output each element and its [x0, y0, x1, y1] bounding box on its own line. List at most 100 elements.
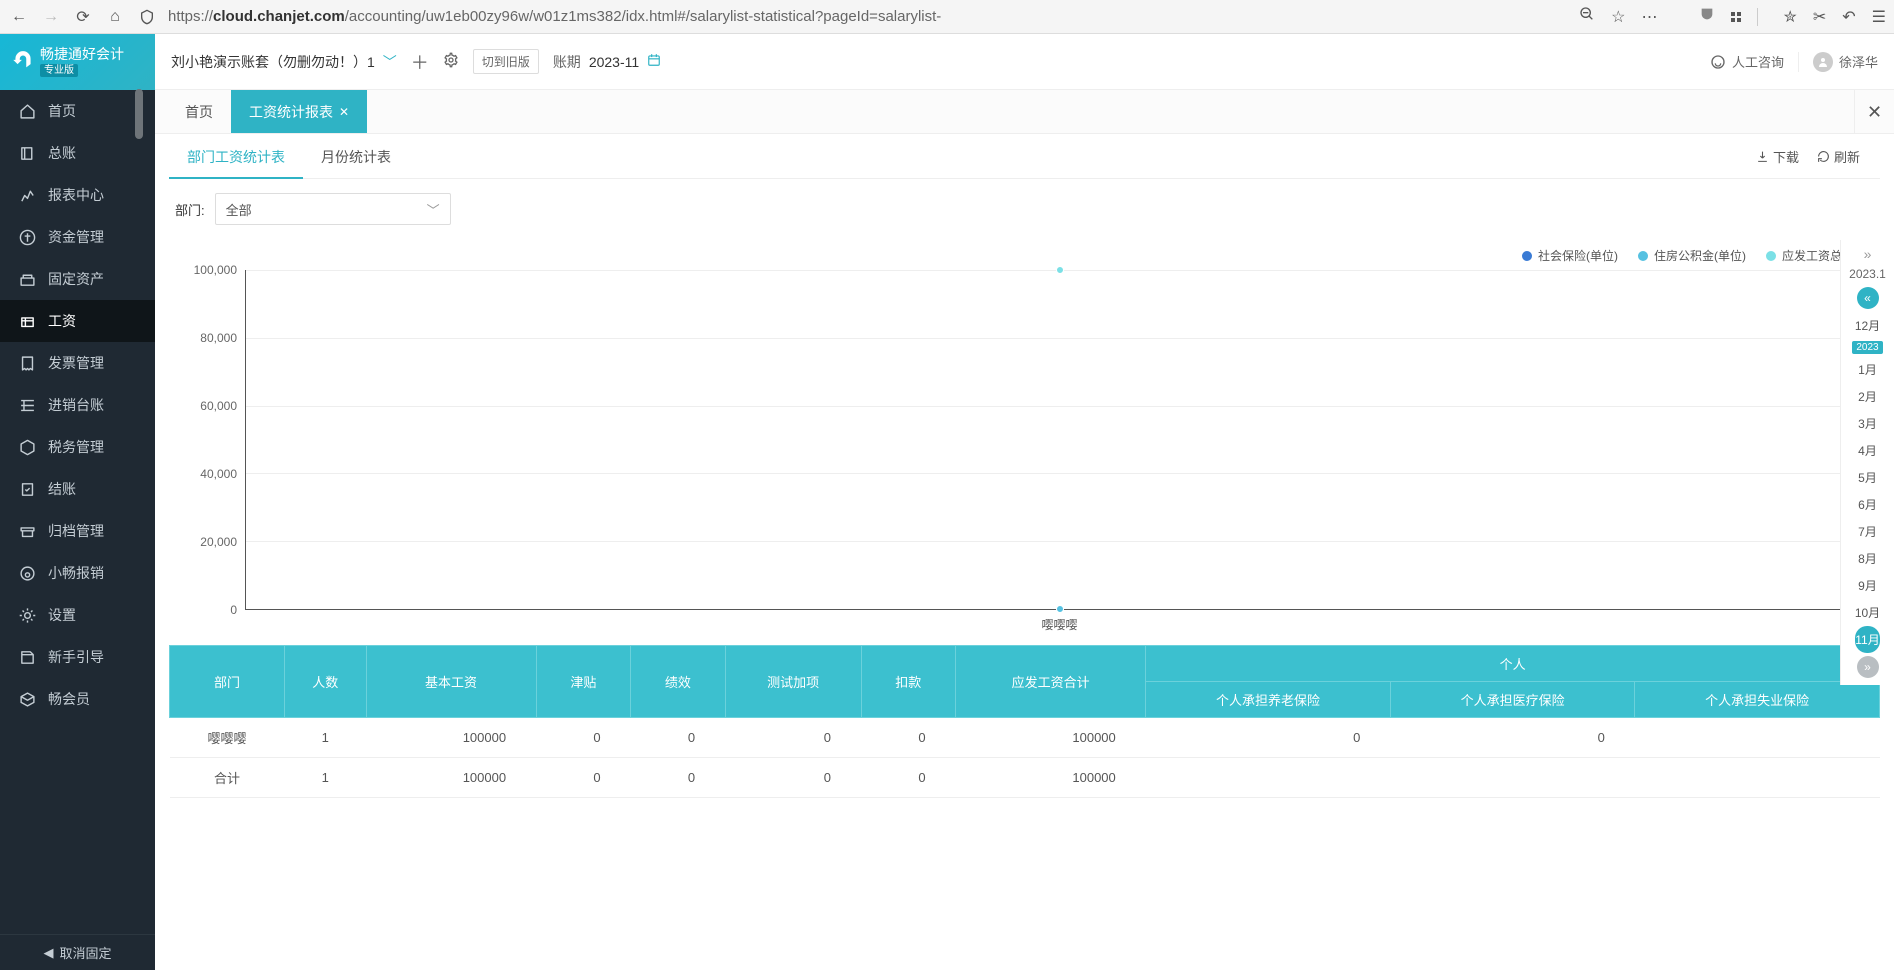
sidebar-item-funds[interactable]: 资金管理: [0, 216, 155, 258]
table-cell: 0: [536, 758, 631, 798]
undo-icon[interactable]: ↶: [1842, 7, 1855, 27]
star-icon[interactable]: ☆: [1611, 7, 1625, 27]
zoom-out-icon[interactable]: [1579, 6, 1595, 27]
month-option[interactable]: 5月: [1855, 464, 1880, 491]
cut-icon[interactable]: ✂: [1813, 7, 1826, 27]
sidebar-item-invoice[interactable]: 发票管理: [0, 342, 155, 384]
month-option[interactable]: 8月: [1855, 545, 1880, 572]
month-option[interactable]: 1月: [1855, 356, 1880, 383]
month-option[interactable]: 11月: [1855, 626, 1880, 653]
close-icon[interactable]: ✕: [339, 105, 349, 119]
month-option[interactable]: 2月: [1855, 383, 1880, 410]
logo-title: 畅捷通好会计: [40, 47, 124, 62]
sidebar-collapse-button[interactable]: ◀ 取消固定: [0, 934, 155, 970]
period-label: 账期: [553, 52, 581, 72]
invoice-icon: [18, 354, 36, 372]
sidebar-item-psi[interactable]: 进销台账: [0, 384, 155, 426]
sidebar-item-tax[interactable]: 税务管理: [0, 426, 155, 468]
support-link[interactable]: 人工咨询: [1710, 52, 1784, 71]
report-icon: [18, 186, 36, 204]
close-all-tabs-button[interactable]: ✕: [1854, 90, 1894, 134]
sub-tabs: 部门工资统计表 月份统计表: [169, 134, 409, 178]
month-option[interactable]: 9月: [1855, 572, 1880, 599]
sidebar-item-ledger[interactable]: 总账: [0, 132, 155, 174]
tab-salary-report[interactable]: 工资统计报表 ✕: [231, 90, 367, 133]
table-cell: 0: [725, 758, 861, 798]
sidebar-item-archive[interactable]: 归档管理: [0, 510, 155, 552]
dept-select[interactable]: 全部 ﹀: [215, 193, 451, 225]
user-menu[interactable]: 徐泽华: [1813, 52, 1878, 72]
chart-marker: [1056, 266, 1064, 274]
subtab-dept-stats[interactable]: 部门工资统计表: [169, 137, 303, 179]
legend-item[interactable]: 社会保险(单位): [1522, 247, 1618, 264]
salary-chart: 社会保险(单位)住房公积金(单位)应发工资总额 020,00040,00060,…: [175, 241, 1874, 633]
shield-icon[interactable]: [136, 6, 158, 28]
table-cell: [1390, 758, 1635, 798]
sidebar-item-expense[interactable]: 小畅报销: [0, 552, 155, 594]
account-selector[interactable]: 刘小艳演示账套（勿删勿动！）1 ﹀: [171, 52, 397, 72]
sidebar-item-label: 进销台账: [48, 395, 104, 415]
browser-toolbar: ← → ⟳ ⌂ https://cloud.chanjet.com/accoun…: [0, 0, 1894, 34]
sidebar-item-salary[interactable]: 工资: [0, 300, 155, 342]
apps-icon[interactable]: [1731, 12, 1741, 22]
sidebar-item-label: 发票管理: [48, 353, 104, 373]
sidebar-item-asset[interactable]: 固定资产: [0, 258, 155, 300]
home-icon[interactable]: ⌂: [104, 6, 126, 28]
rail-next-year[interactable]: 2023.1: [1849, 264, 1886, 284]
table-cell: 1: [284, 718, 366, 758]
url-bar[interactable]: https://cloud.chanjet.com/accounting/uw1…: [168, 8, 1569, 25]
month-option[interactable]: 7月: [1855, 518, 1880, 545]
table-header: 应发工资合计: [956, 646, 1146, 718]
forward-icon[interactable]: →: [40, 6, 62, 28]
app-logo: 畅捷通好会计 专业版: [0, 34, 155, 90]
menu-icon[interactable]: ☰: [1872, 7, 1886, 27]
table-cell: [1146, 758, 1391, 798]
sidebar-item-settings[interactable]: 设置: [0, 594, 155, 636]
month-rail: » 2023.1 « 12月 2023 1月2月3月4月5月6月7月8月9月10…: [1840, 240, 1894, 685]
bookmark-star-icon[interactable]: ✮: [1783, 7, 1796, 27]
sidebar-item-report[interactable]: 报表中心: [0, 174, 155, 216]
rail-up-button[interactable]: «: [1857, 287, 1879, 309]
old-version-button[interactable]: 切到旧版: [473, 49, 539, 74]
sidebar-item-close-period[interactable]: 结账: [0, 468, 155, 510]
sidebar-item-label: 首页: [48, 101, 76, 121]
salary-table: 部门人数基本工资津贴绩效测试加项扣款应发工资合计个人 个人承担养老保险个人承担医…: [169, 645, 1880, 798]
sidebar-item-guide[interactable]: 新手引导: [0, 636, 155, 678]
pocket-icon[interactable]: [1699, 6, 1715, 27]
funds-icon: [18, 228, 36, 246]
back-icon[interactable]: ←: [8, 6, 30, 28]
month-option[interactable]: 3月: [1855, 410, 1880, 437]
sidebar-scrollbar[interactable]: [135, 89, 143, 139]
sidebar-item-label: 资金管理: [48, 227, 104, 247]
rail-year-badge: 2023: [1852, 341, 1882, 354]
rail-expand-icon[interactable]: »: [1862, 244, 1874, 264]
reload-icon[interactable]: ⟳: [72, 6, 94, 28]
sidebar-item-member[interactable]: 畅会员: [0, 678, 155, 720]
subtab-month-stats[interactable]: 月份统计表: [303, 137, 409, 179]
month-option[interactable]: 4月: [1855, 437, 1880, 464]
calendar-icon[interactable]: [647, 53, 661, 70]
legend-item[interactable]: 住房公积金(单位): [1638, 247, 1746, 264]
period-value[interactable]: 2023-11: [589, 54, 639, 70]
month-option[interactable]: 6月: [1855, 491, 1880, 518]
sidebar-item-home[interactable]: 首页: [0, 90, 155, 132]
table-cell: 100000: [366, 758, 536, 798]
asset-icon: [18, 270, 36, 288]
table-cell: 100000: [956, 758, 1146, 798]
add-account-button[interactable]: ＋: [411, 49, 429, 75]
month-option[interactable]: 12月: [1855, 312, 1880, 339]
sidebar-item-label: 总账: [48, 143, 76, 163]
table-header: 扣款: [861, 646, 956, 718]
collapse-icon: ◀: [43, 945, 53, 961]
more-icon[interactable]: ⋯: [1641, 7, 1657, 27]
month-option[interactable]: 10月: [1855, 599, 1880, 626]
download-button[interactable]: 下载: [1756, 147, 1799, 166]
tab-home[interactable]: 首页: [167, 90, 231, 133]
refresh-button[interactable]: 刷新: [1817, 147, 1860, 166]
table-cell: [1635, 718, 1880, 758]
x-category: 嘤嘤嘤: [245, 610, 1874, 633]
account-settings-button[interactable]: [443, 52, 459, 71]
table-header: 绩效: [631, 646, 726, 718]
logo-sub: 专业版: [40, 64, 78, 77]
rail-down-button[interactable]: »: [1857, 656, 1879, 678]
